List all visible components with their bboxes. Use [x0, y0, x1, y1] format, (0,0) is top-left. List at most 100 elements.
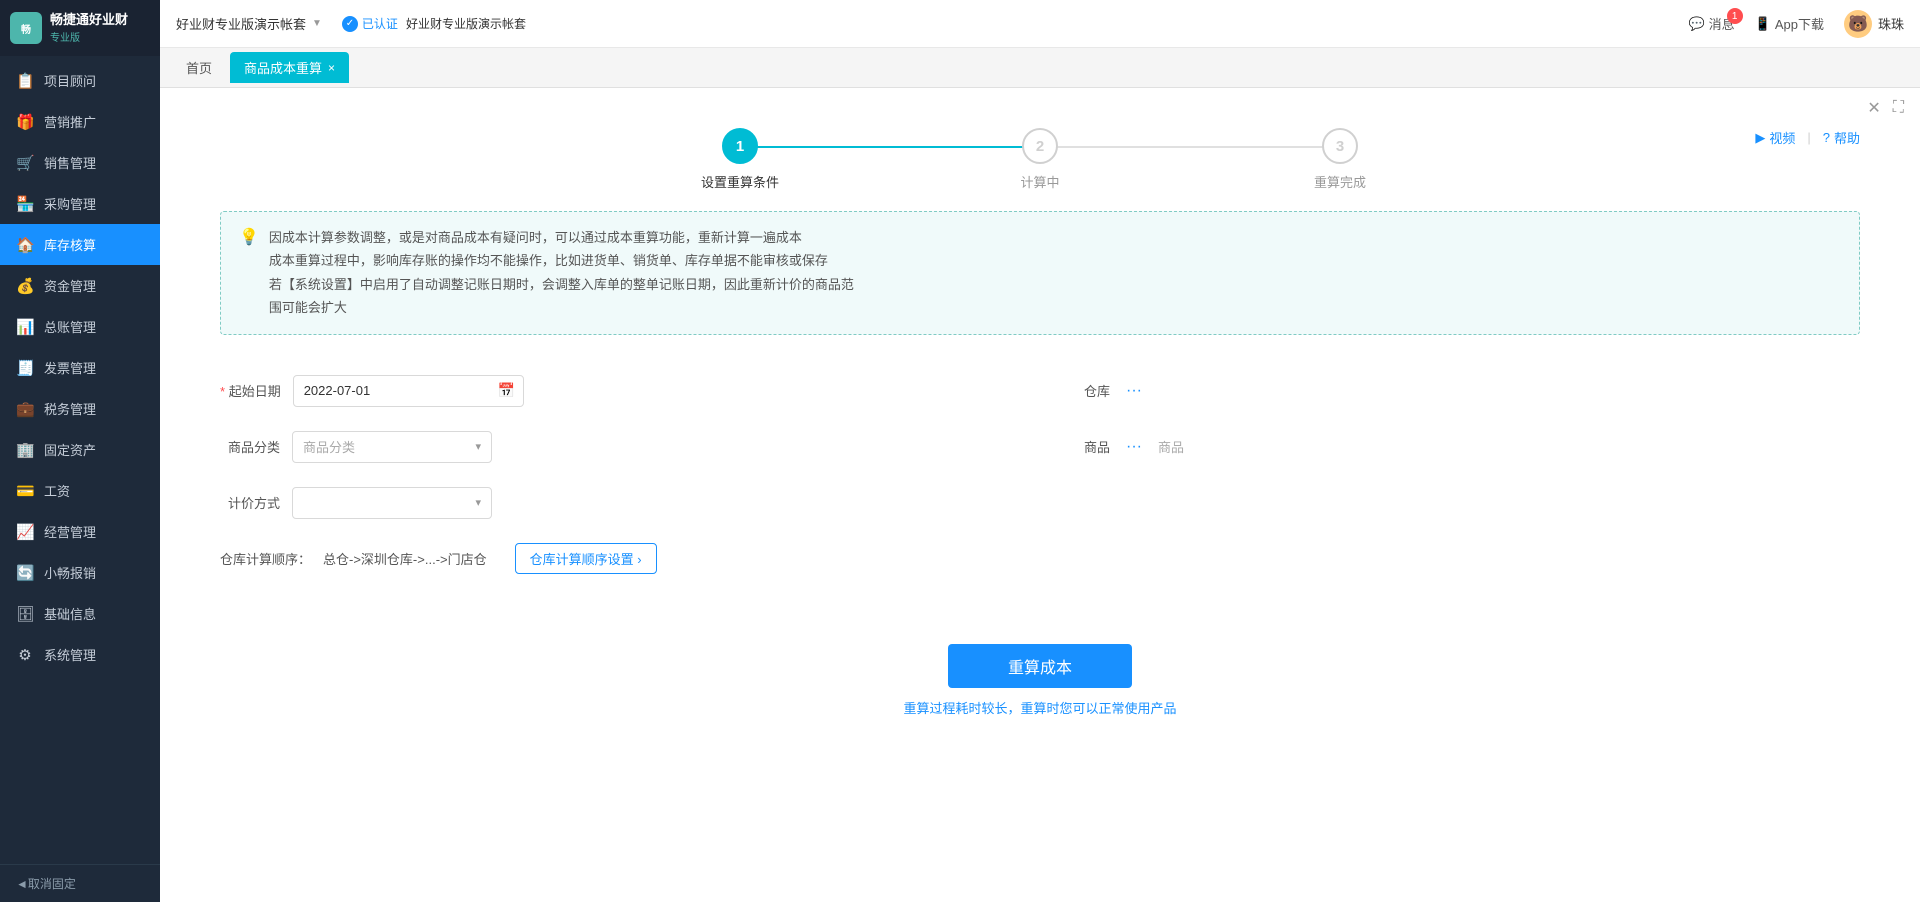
video-link[interactable]: ▶ 视频: [1755, 128, 1795, 147]
stepper: 1 设置重算条件 2 计算中 3 重算完成: [590, 128, 1490, 191]
sidebar-item-basic[interactable]: 🗄 基础信息: [0, 593, 160, 634]
info-text: 因成本计算参数调整，或是对商品成本有疑问时，可以通过成本重算功能，重新计算一遍成…: [269, 226, 854, 320]
pricing-chevron-icon: ▾: [475, 496, 481, 509]
step-1-label: 设置重算条件: [701, 172, 779, 191]
topbar-right: 💬 消息 1 📱 App下载 🐻 珠珠: [1688, 10, 1904, 38]
category-label: 商品分类: [220, 437, 280, 456]
step-1: 1 设置重算条件: [590, 128, 890, 191]
recalc-section: 重算成本 重算过程耗时较长，重算时您可以正常使用产品: [160, 634, 1920, 737]
phone-icon: 📱: [1755, 16, 1771, 32]
info-box: 💡 因成本计算参数调整，或是对商品成本有疑问时，可以通过成本重算功能，重新计算一…: [220, 211, 1860, 335]
step-2: 2 计算中: [890, 128, 1190, 191]
step-2-circle: 2: [1022, 128, 1058, 164]
app-download-button[interactable]: 📱 App下载: [1755, 14, 1824, 33]
invoice-icon: 🧾: [16, 359, 34, 377]
user-name: 珠珠: [1878, 14, 1904, 33]
inventory-icon: 🏠: [16, 236, 34, 254]
step-2-line: [1040, 146, 1340, 148]
sidebar-item-ledger[interactable]: 📊 总账管理: [0, 306, 160, 347]
sidebar-item-inventory[interactable]: 🏠 库存核算: [0, 224, 160, 265]
goods-label: 商品: [1050, 437, 1110, 456]
finance-icon: 💰: [16, 277, 34, 295]
expense-icon: 🔄: [16, 564, 34, 582]
sidebar-item-tax[interactable]: 💼 税务管理: [0, 388, 160, 429]
content-area: ✕ ⛶ 1 设置重算条件 2 计算中: [160, 88, 1920, 902]
help-links: ▶ 视频 | ? 帮助: [1755, 128, 1860, 147]
sidebar-item-invoice[interactable]: 🧾 发票管理: [0, 347, 160, 388]
avatar: 🐻: [1844, 10, 1872, 38]
ledger-icon: 📊: [16, 318, 34, 336]
warehouse-group: 仓库 ···: [1050, 381, 1860, 400]
basic-icon: 🗄: [16, 605, 34, 623]
sidebar-item-finance[interactable]: 💰 资金管理: [0, 265, 160, 306]
start-date-input[interactable]: [294, 375, 490, 407]
system-icon: ⚙: [16, 646, 34, 664]
shield-icon: ✓: [342, 16, 358, 32]
step-3: 3 重算完成: [1190, 128, 1490, 191]
message-icon: 💬: [1688, 16, 1704, 32]
pricing-select[interactable]: ▾: [292, 487, 492, 519]
window-controls: ✕ ⛶: [1867, 98, 1904, 118]
tab-close-icon[interactable]: ×: [328, 61, 335, 75]
pricing-label: 计价方式: [220, 493, 280, 512]
recalc-button[interactable]: 重算成本: [948, 644, 1132, 688]
goods-picker[interactable]: ···: [1122, 438, 1146, 456]
account-name: 好业财专业版演示帐套: [176, 14, 306, 33]
sidebar-item-assets[interactable]: 🏢 固定资产: [0, 429, 160, 470]
form-container: * 起始日期 📅 仓库 ··· 商品分类: [160, 365, 1920, 634]
sidebar-item-marketing[interactable]: 🎁 营销推广: [0, 101, 160, 142]
category-group: 商品分类 商品分类 ▾: [220, 431, 1030, 463]
sidebar-item-project[interactable]: 📋 项目顾问: [0, 60, 160, 101]
sidebar-unpin[interactable]: ◄取消固定: [0, 864, 160, 902]
sidebar-item-payroll[interactable]: 💳 工资: [0, 470, 160, 511]
user-profile[interactable]: 🐻 珠珠: [1844, 10, 1904, 38]
payroll-icon: 💳: [16, 482, 34, 500]
form-row-3: 计价方式 ▾: [220, 487, 1860, 519]
step-3-circle: 3: [1322, 128, 1358, 164]
start-date-label: * 起始日期: [220, 381, 281, 400]
warehouse-order-value: 总仓->深圳仓库->...->门店仓: [323, 549, 487, 568]
project-icon: 📋: [16, 72, 34, 90]
goods-group: 商品 ··· 商品: [1050, 437, 1860, 456]
purchase-icon: 🏪: [16, 195, 34, 213]
sidebar-header: 畅 畅捷通好业财 专业版: [0, 0, 160, 56]
tabs-bar: 首页 商品成本重算 ×: [160, 48, 1920, 88]
sidebar-item-purchase[interactable]: 🏪 采购管理: [0, 183, 160, 224]
sidebar-item-sales[interactable]: 🛒 销售管理: [0, 142, 160, 183]
topbar: 好业财专业版演示帐套 ▼ ✓ 已认证 好业财专业版演示帐套 💬 消息 1 📱 A…: [160, 0, 1920, 48]
tab-cost-recalc[interactable]: 商品成本重算 ×: [230, 52, 349, 83]
sidebar-title: 畅捷通好业财: [50, 12, 128, 29]
warehouse-order-settings-button[interactable]: 仓库计算顺序设置 ›: [515, 543, 657, 574]
sidebar-item-system[interactable]: ⚙ 系统管理: [0, 634, 160, 675]
tab-home[interactable]: 首页: [172, 52, 226, 83]
sidebar-item-operation[interactable]: 📈 经营管理: [0, 511, 160, 552]
tax-icon: 💼: [16, 400, 34, 418]
form-row-1: * 起始日期 📅 仓库 ···: [220, 375, 1860, 407]
sidebar-item-expense[interactable]: 🔄 小畅报销: [0, 552, 160, 593]
account-selector[interactable]: 好业财专业版演示帐套 ▼: [176, 14, 322, 33]
step-1-circle: 1: [722, 128, 758, 164]
chevron-down-icon: ▾: [475, 440, 481, 453]
step-1-line: [740, 146, 1040, 148]
start-date-input-wrapper: 📅: [293, 375, 524, 407]
sidebar-logo: 畅: [10, 12, 42, 44]
expand-icon[interactable]: ⛶: [1893, 99, 1904, 117]
pricing-group: 计价方式 ▾: [220, 487, 1030, 519]
calendar-icon[interactable]: 📅: [490, 382, 523, 399]
stepper-container: 1 设置重算条件 2 计算中 3 重算完成: [160, 88, 1920, 211]
sidebar-nav: 📋 项目顾问 🎁 营销推广 🛒 销售管理 🏪 采购管理 🏠 库存核算 💰 资金管…: [0, 56, 160, 864]
message-button[interactable]: 💬 消息 1: [1688, 14, 1734, 33]
warehouse-order-label: 仓库计算顺序：: [220, 549, 311, 568]
account-chevron-icon: ▼: [312, 18, 322, 29]
verified-badge-area: ✓ 已认证 好业财专业版演示帐套: [342, 15, 526, 32]
warehouse-label: 仓库: [1050, 381, 1110, 400]
category-select[interactable]: 商品分类 ▾: [292, 431, 492, 463]
help-link[interactable]: ? 帮助: [1823, 128, 1860, 147]
close-icon[interactable]: ✕: [1867, 98, 1880, 118]
main-area: 好业财专业版演示帐套 ▼ ✓ 已认证 好业财专业版演示帐套 💬 消息 1 📱 A…: [160, 0, 1920, 902]
recalc-hint: 重算过程耗时较长，重算时您可以正常使用产品: [903, 698, 1176, 717]
marketing-icon: 🎁: [16, 113, 34, 131]
sidebar-subtitle: 专业版: [50, 29, 128, 44]
warehouse-picker[interactable]: ···: [1122, 382, 1146, 400]
play-icon: ▶: [1755, 130, 1765, 146]
